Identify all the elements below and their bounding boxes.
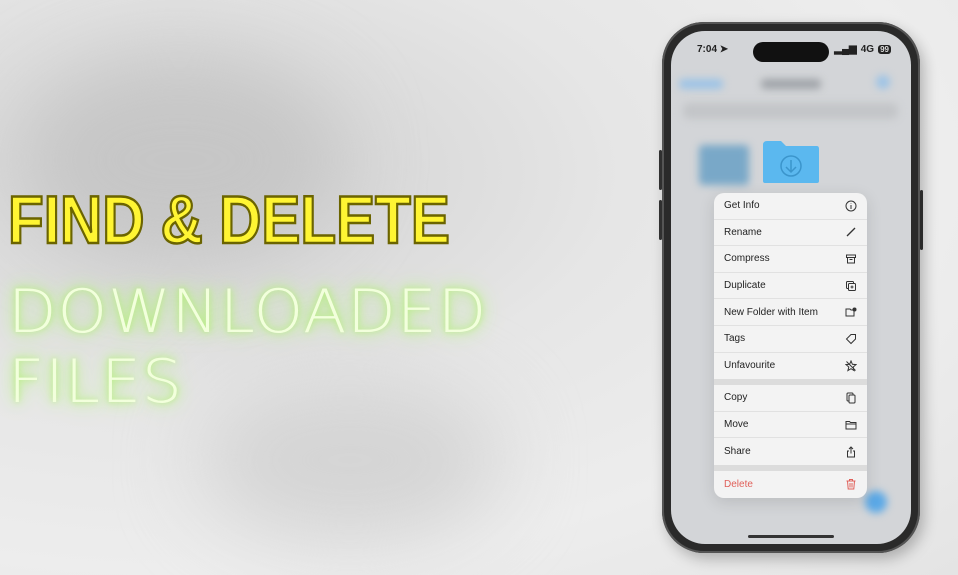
headline-files: FILES	[8, 347, 183, 417]
signal-icon: ▂▄▆	[834, 44, 857, 55]
folder-badge-plus-icon	[845, 307, 857, 317]
menu-item-tags[interactable]: Tags	[714, 326, 867, 353]
menu-item-move[interactable]: Move	[714, 412, 867, 439]
archive-box-icon	[846, 254, 856, 264]
trash-icon	[846, 479, 856, 490]
iphone-frame: 7:04 ➤ ▂▄▆ 4G 99 Get Info Rename Compres…	[662, 22, 920, 553]
downloads-folder-icon	[761, 139, 821, 185]
context-menu: Get Info Rename Compress Duplicate New F…	[714, 193, 867, 498]
status-time: 7:04 ➤	[697, 44, 729, 55]
blurred-search-bar	[683, 103, 898, 119]
battery-icon: 99	[878, 45, 891, 54]
blurred-folder	[699, 145, 749, 185]
info-icon	[845, 200, 857, 212]
menu-item-share[interactable]: Share	[714, 438, 867, 465]
phone-screen: 7:04 ➤ ▂▄▆ 4G 99 Get Info Rename Compres…	[671, 31, 911, 544]
pencil-icon	[846, 227, 856, 237]
blurred-back-button	[679, 79, 723, 89]
menu-item-delete[interactable]: Delete	[714, 471, 867, 498]
folder-icon	[845, 420, 857, 430]
menu-item-duplicate[interactable]: Duplicate	[714, 273, 867, 300]
home-indicator	[748, 535, 834, 538]
menu-item-new-folder-with-item[interactable]: New Folder with Item	[714, 299, 867, 326]
blurred-title	[761, 79, 821, 89]
blurred-more-button	[876, 75, 890, 89]
network-label: 4G	[860, 44, 875, 55]
background-blur	[200, 380, 500, 540]
star-slash-icon	[845, 359, 857, 372]
share-icon	[847, 445, 855, 458]
duplicate-icon	[846, 280, 856, 291]
tag-icon	[845, 333, 856, 344]
menu-item-copy[interactable]: Copy	[714, 385, 867, 412]
menu-item-get-info[interactable]: Get Info	[714, 193, 867, 220]
blurred-tab-button	[865, 491, 887, 513]
menu-item-compress[interactable]: Compress	[714, 246, 867, 273]
headline-downloaded: DOWNLOADED	[8, 277, 488, 347]
headline-find-delete: FIND & DELETE	[7, 182, 451, 258]
menu-item-unfavourite[interactable]: Unfavourite	[714, 353, 867, 380]
copy-icon	[846, 392, 856, 404]
status-bar: 7:04 ➤ ▂▄▆ 4G 99	[671, 41, 911, 62]
side-button	[920, 190, 923, 250]
dynamic-island	[753, 42, 829, 62]
menu-item-rename[interactable]: Rename	[714, 220, 867, 247]
